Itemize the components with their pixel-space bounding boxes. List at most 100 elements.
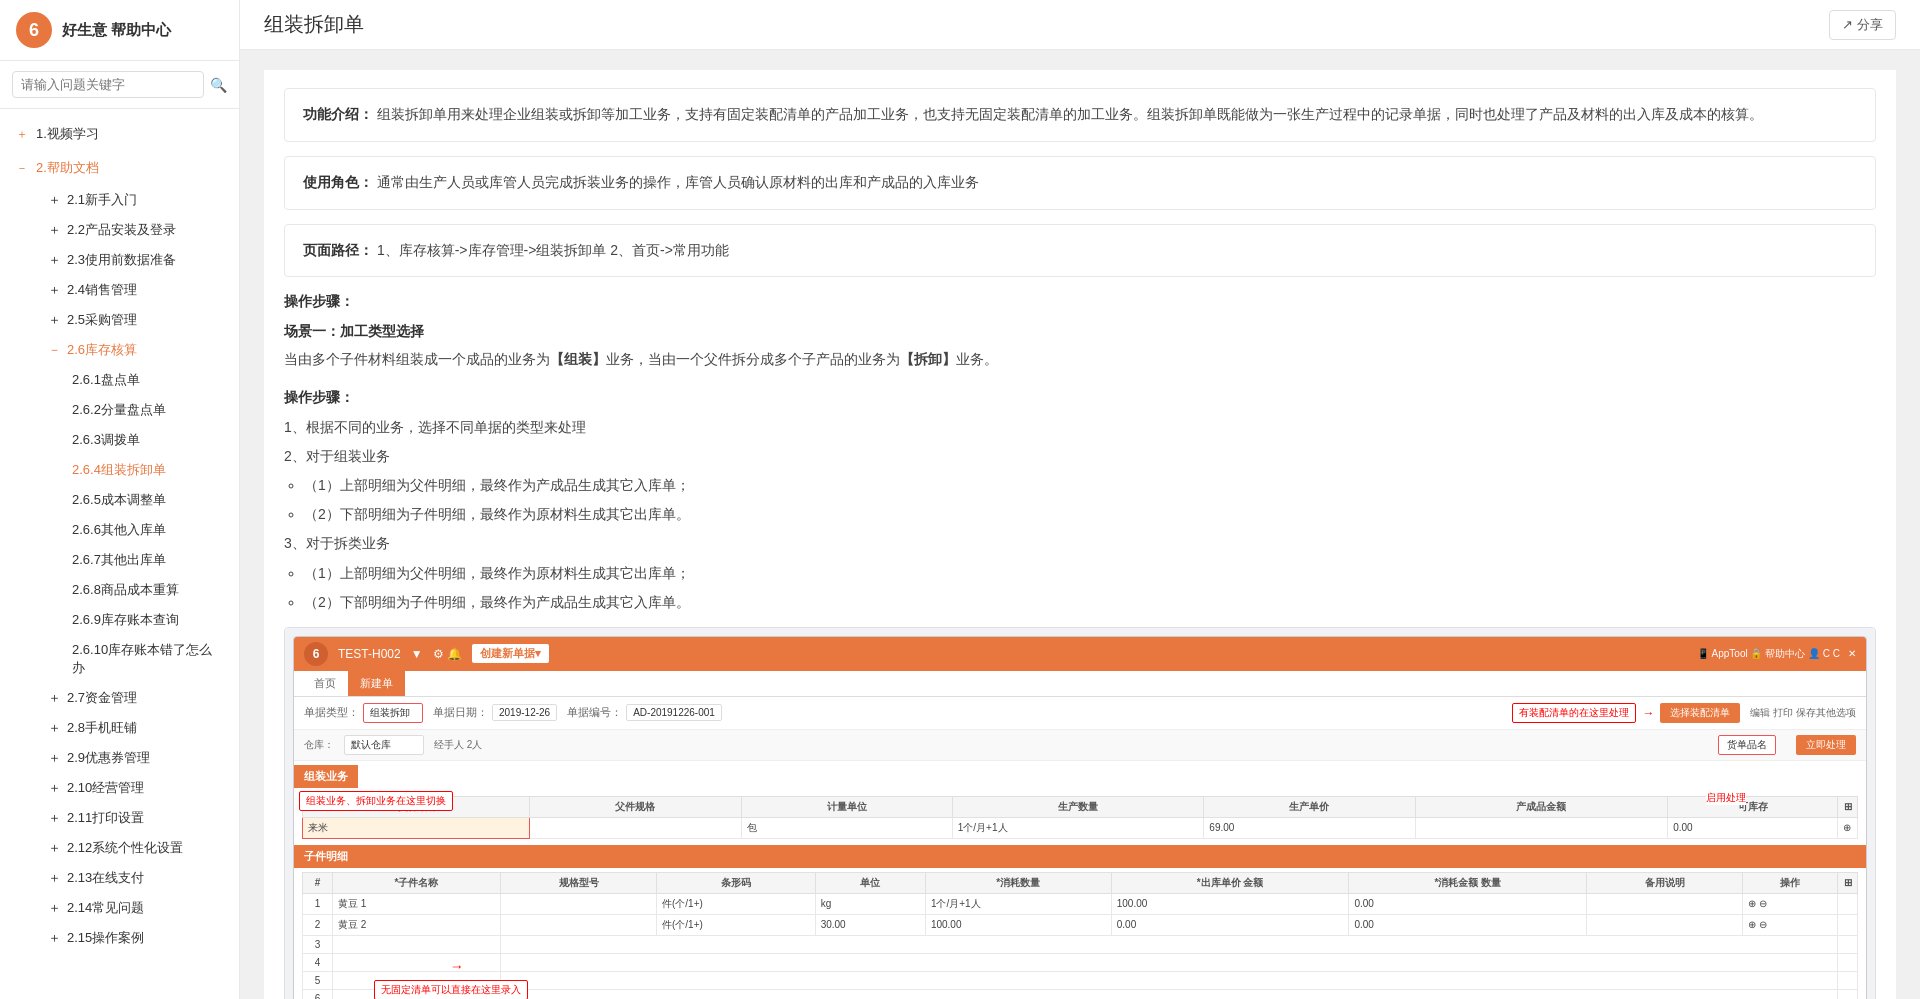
ltd-num-1: 1 [303,893,333,914]
ltd-price-1: 100.00 [1111,893,1349,914]
intro-label: 功能介绍： [303,106,373,122]
sidebar-item-other-out[interactable]: 2.6.7其他出库单 [64,545,239,575]
process-btn[interactable]: 立即处理 [1796,735,1856,755]
app-new-doc-btn[interactable]: 创建新单据▾ [472,644,549,663]
form-type-input[interactable]: 组装拆卸 [363,703,423,723]
lower-table-row-3: 3 [303,935,1858,953]
sidebar-item-install[interactable]: ＋ 2.2产品安装及登录 [32,215,239,245]
ltd-remark-2 [1587,914,1743,935]
ltd-ops-3 [1838,935,1858,953]
ltd-num-4: 4 [303,953,333,971]
nav-subsub-label: 2.6.2分量盘点单 [72,401,166,419]
lower-table-container: # *子件名称 规格型号 条形码 单位 *消耗数量 *出库单价 金额 *消耗金额… [294,868,1866,999]
sidebar-item-partial-count[interactable]: 2.6.2分量盘点单 [64,395,239,425]
sidebar-item-cost-recalc[interactable]: 2.6.8商品成本重算 [64,575,239,605]
content-main: 功能介绍： 组装拆卸单用来处理企业组装或拆卸等加工业务，支持有固定装配清单的产品… [264,70,1896,999]
sidebar-item-operations[interactable]: ＋ 2.10经营管理 [32,773,239,803]
app-close-btn[interactable]: ✕ [1848,648,1856,659]
select-bom-btn[interactable]: 选择装配清单 [1660,703,1740,723]
sidebar-item-coupon[interactable]: ＋ 2.9优惠券管理 [32,743,239,773]
ltd-empty-6 [500,989,1837,999]
sidebar-item-print[interactable]: ＋ 2.11打印设置 [32,803,239,833]
nav-sub-label: 2.8手机旺铺 [67,719,137,737]
td-action[interactable]: ⊕ [1838,817,1858,838]
role-label: 使用角色： [303,174,373,190]
step3-sub1: （1）上部明细为父件明细，最终作为原材料生成其它出库单； [304,561,1876,586]
sidebar-item-payment[interactable]: ＋ 2.13在线支付 [32,863,239,893]
screenshot-inner: 6 TEST-H002 ▼ ⚙ 🔔 创建新单据▾ 📱 AppTool 🔒 帮助中… [285,628,1875,999]
sidebar-item-mobile[interactable]: ＋ 2.8手机旺铺 [32,713,239,743]
sidebar-item-new-user[interactable]: ＋ 2.1新手入门 [32,185,239,215]
sidebar-item-faq[interactable]: ＋ 2.14常见问题 [32,893,239,923]
sidebar-item-sales[interactable]: ＋ 2.4销售管理 [32,275,239,305]
search-input[interactable] [12,71,204,98]
nav-subsub-label: 2.6.6其他入库单 [72,521,166,539]
table-header-row: *父件名称 父件规格 计量单位 生产数量 生产单价 产成品金额 可库存 ⊞ [303,796,1858,817]
section-header-area: 组装业务 组装业务、拆卸业务在这里切换 启用处理 [294,761,1866,792]
sidebar-item-cost-adjust[interactable]: 2.6.5成本调整单 [64,485,239,515]
logo-text: 好生意 帮助中心 [62,21,171,40]
annotation-area1: 有装配清单的在这里处理 → 选择装配清单 编辑 打印 保存其他选项 [1512,703,1856,723]
sidebar-item-video[interactable]: ＋ 1.视频学习 [0,117,239,151]
nav-sub-label: 2.3使用前数据准备 [67,251,176,269]
sidebar-item-cases[interactable]: ＋ 2.15操作案例 [32,923,239,953]
arrow-right1: → [1642,706,1654,720]
sidebar-item-help-docs[interactable]: － 2.帮助文档 [0,151,239,185]
step3-sub2: （2）下部明细为子件明细，最终作为产成品生成其它入库单。 [304,590,1876,615]
lower-table-row-6: 6 [303,989,1858,999]
form-row2: 仓库： 默认仓库 经手人 2人 货单品名 立即处理 [294,730,1866,761]
app-tab-home[interactable]: 首页 [302,671,348,696]
form-num-input[interactable]: AD-20191226-001 [626,704,722,721]
ltd-total-1: 0.00 [1349,893,1587,914]
ltd-empty-3 [500,935,1837,953]
nav-subsub-label: 2.6.10库存账本错了怎么办 [72,641,223,677]
lth-action: 操作 [1743,872,1838,893]
expand-icon: ＋ [48,869,61,887]
nav-sub-label: 2.12系统个性化设置 [67,839,183,857]
collapse-icon: － [48,341,61,359]
steps-title2: 操作步骤： [284,389,1876,407]
ltd-ops-2 [1838,914,1858,935]
sidebar-item-inventory[interactable]: － 2.6库存核算 [32,335,239,365]
ltd-name-2: 黄豆 2 [333,914,501,935]
sidebar-item-finance[interactable]: ＋ 2.7资金管理 [32,683,239,713]
sidebar-item-purchase[interactable]: ＋ 2.5采购管理 [32,305,239,335]
path-text: 1、库存核算->库存管理->组装拆卸单 2、首页->常用功能 [377,242,729,258]
scene1-title: 场景一：加工类型选择 [284,323,1876,341]
sidebar-item-stock-query[interactable]: 2.6.9库存账本查询 [64,605,239,635]
ltd-num-5: 5 [303,971,333,989]
form-date-input[interactable]: 2019-12-26 [492,704,557,721]
search-button[interactable]: 🔍 [210,77,227,93]
page-title: 组装拆卸单 [264,11,364,38]
sidebar-item-inventory-count[interactable]: 2.6.1盘点单 [64,365,239,395]
expand-icon: ＋ [16,126,30,143]
nav-sub-label: 2.5采购管理 [67,311,137,329]
intro-block: 功能介绍： 组装拆卸单用来处理企业组装或拆卸等加工业务，支持有固定装配清单的产品… [284,88,1876,142]
form-process-type[interactable]: 货单品名 [1718,735,1776,755]
ltd-name-3 [333,935,501,953]
sidebar-item-stock-error[interactable]: 2.6.10库存账本错了怎么办 [64,635,239,683]
expand-icon: ＋ [48,749,61,767]
app-tab-new[interactable]: 新建单 [348,671,405,696]
form-num-label: 单据编号： [567,705,622,720]
form-warehouse[interactable]: 默认仓库 [344,735,424,755]
scene1-desc: 当由多个子件材料组装成一个成品的业务为【组装】业务，当由一个父件拆分成多个子产品… [284,347,1876,372]
search-bar: 🔍 [0,61,239,109]
nav-subsub-label: 2.6.8商品成本重算 [72,581,179,599]
content-area: 功能介绍： 组装拆卸单用来处理企业组装或拆卸等加工业务，支持有固定装配清单的产品… [240,50,1920,999]
sidebar-item-data-prep[interactable]: ＋ 2.3使用前数据准备 [32,245,239,275]
ltd-qty-2: 100.00 [925,914,1111,935]
sidebar-item-other-in[interactable]: 2.6.6其他入库单 [64,515,239,545]
expand-icon: ＋ [48,221,61,239]
ltd-action-2[interactable]: ⊕ ⊖ [1743,914,1838,935]
sidebar-item-transfer[interactable]: 2.6.3调拨单 [64,425,239,455]
ltd-action-1[interactable]: ⊕ ⊖ [1743,893,1838,914]
expand-icon: ＋ [48,929,61,947]
lower-header-row: # *子件名称 规格型号 条形码 单位 *消耗数量 *出库单价 金额 *消耗金额… [303,872,1858,893]
screenshot-container: 6 TEST-H002 ▼ ⚙ 🔔 创建新单据▾ 📱 AppTool 🔒 帮助中… [284,627,1876,999]
nav-subsub-label: 2.6.4组装拆卸单 [72,461,166,479]
sidebar-item-customize[interactable]: ＋ 2.12系统个性化设置 [32,833,239,863]
app-nav-icons: 📱 AppTool 🔒 帮助中心 👤 C C [1697,647,1840,661]
sidebar-item-assembly[interactable]: 2.6.4组装拆卸单 [64,455,239,485]
share-button[interactable]: ↗ 分享 [1829,10,1896,40]
